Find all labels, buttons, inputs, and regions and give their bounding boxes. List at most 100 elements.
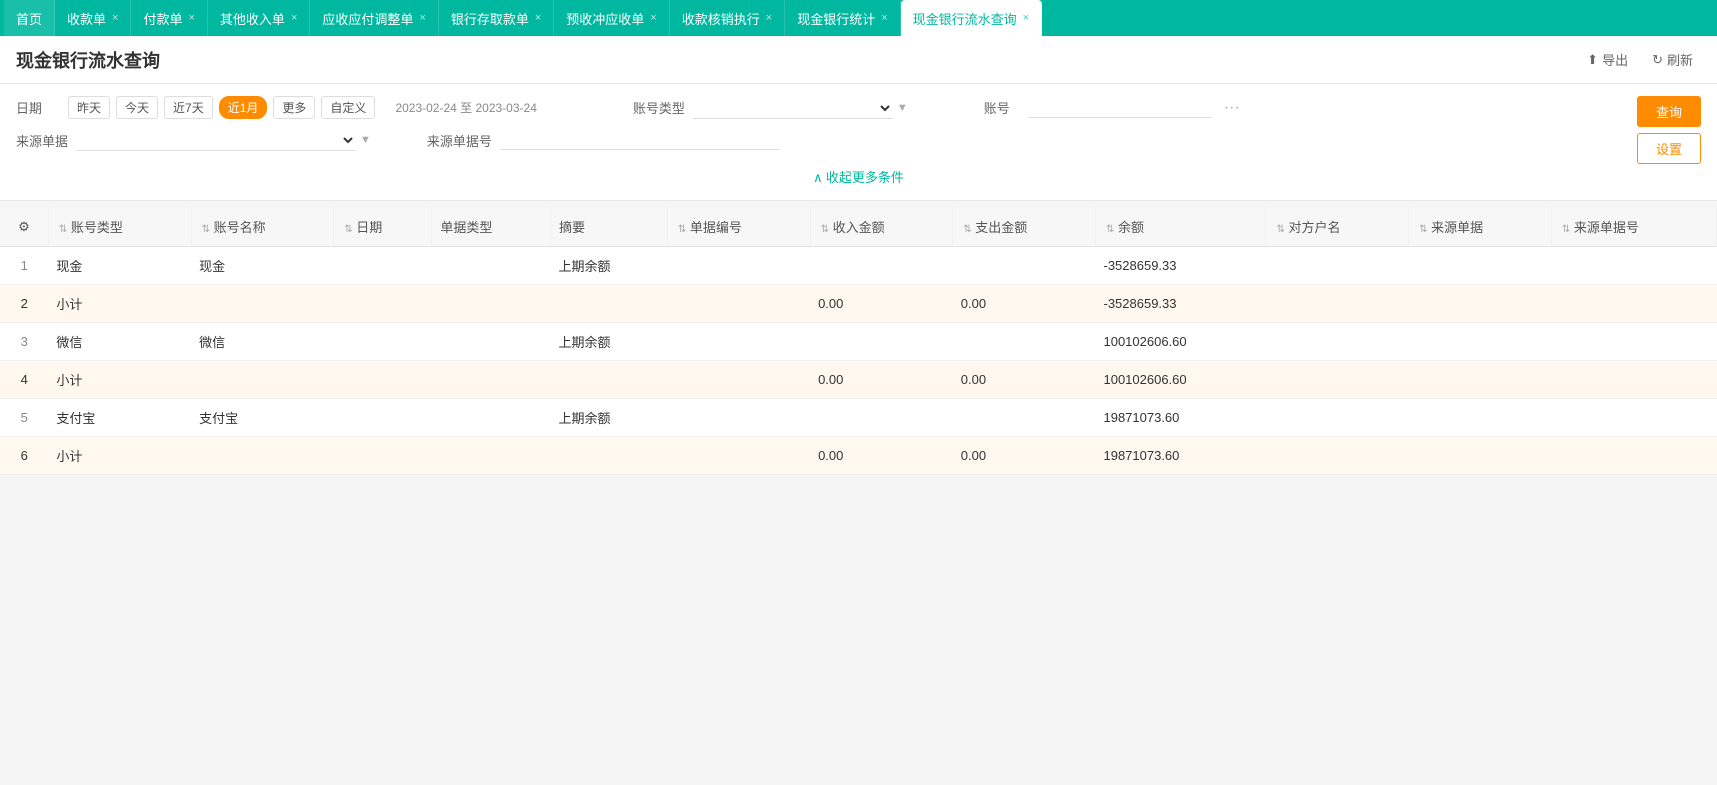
table-row: 1现金现金上期余额-3528659.33 [0, 247, 1717, 285]
th-expense[interactable]: ⇅ 支出金额 [953, 207, 1096, 247]
query-button[interactable]: 查询 [1637, 96, 1701, 127]
cell-source-doc [1409, 361, 1552, 399]
cell-source-doc [1409, 285, 1552, 323]
date-btn-today[interactable]: 今天 [116, 96, 158, 119]
cell-account-name [191, 437, 334, 475]
cell-source-doc [1409, 323, 1552, 361]
cell-income [810, 247, 953, 285]
nav-bank-deposit[interactable]: 银行存取款单 × [439, 0, 554, 36]
source-doc-select[interactable] [76, 129, 356, 151]
date-btn-yesterday[interactable]: 昨天 [68, 96, 110, 119]
cell-doc-no [667, 285, 810, 323]
account-input[interactable] [1028, 98, 1212, 118]
cell-source-doc-no [1551, 437, 1716, 475]
cell-income: 0.00 [810, 285, 953, 323]
date-label: 日期 [16, 98, 52, 117]
account-type-select[interactable] [693, 97, 893, 119]
nav-payments-close[interactable]: × [188, 12, 194, 24]
date-btn-7days[interactable]: 近7天 [164, 96, 213, 119]
account-type-chevron-icon: ▼ [897, 102, 908, 114]
table-row: 3微信微信上期余额100102606.60 [0, 323, 1717, 361]
export-icon: ⬆ [1587, 52, 1598, 68]
nav-home-label: 首页 [16, 9, 42, 28]
nav-prepay-label: 预收冲应收单 [566, 9, 644, 28]
nav-stats[interactable]: 现金银行统计 × [785, 0, 900, 36]
nav-collect[interactable]: 收款核销执行 × [670, 0, 785, 36]
nav-adjustment-label: 应收应付调整单 [322, 9, 413, 28]
date-btn-custom[interactable]: 自定义 [321, 96, 375, 119]
collapse-label: 收起更多条件 [826, 170, 904, 185]
th-gear[interactable]: ⚙ [0, 207, 48, 247]
cell-doc-no [667, 323, 810, 361]
date-btn-more[interactable]: 更多 [273, 96, 315, 119]
source-doc-no-group: 来源单据号 [427, 130, 780, 150]
cell-source-doc [1409, 437, 1552, 475]
settings-button[interactable]: 设置 [1637, 133, 1701, 164]
cell-source-doc-no [1551, 399, 1716, 437]
account-ellipsis-button[interactable]: ··· [1220, 99, 1244, 117]
cell-counterpart [1266, 399, 1409, 437]
cell-summary: 上期余额 [550, 323, 667, 361]
nav-adjustment[interactable]: 应收应付调整单 × [310, 0, 438, 36]
nav-other-income[interactable]: 其他收入单 × [208, 0, 310, 36]
nav-stats-label: 现金银行统计 [797, 9, 875, 28]
nav-home[interactable]: 首页 [4, 0, 55, 36]
cell-account-name: 现金 [191, 247, 334, 285]
nav-receipts[interactable]: 收款单 × [55, 0, 131, 36]
cell-doc-type [432, 285, 551, 323]
cell-num: 6 [0, 437, 48, 475]
th-account-name[interactable]: ⇅ 账号名称 [191, 207, 334, 247]
cell-expense [953, 247, 1096, 285]
cell-doc-type [432, 323, 551, 361]
nav-cashflow[interactable]: 现金银行流水查询 × [901, 0, 1042, 36]
cell-source-doc [1409, 247, 1552, 285]
th-doc-no[interactable]: ⇅ 单据编号 [667, 207, 810, 247]
export-button[interactable]: ⬆ 导出 [1579, 46, 1636, 73]
nav-bank-deposit-close[interactable]: × [535, 12, 541, 24]
cell-doc-no [667, 247, 810, 285]
source-doc-no-input[interactable] [500, 130, 780, 150]
th-balance[interactable]: ⇅ 余额 [1095, 207, 1265, 247]
refresh-button[interactable]: ↻ 刷新 [1644, 46, 1701, 73]
table-row: 5支付宝支付宝上期余额19871073.60 [0, 399, 1717, 437]
nav-prepay-close[interactable]: × [650, 12, 656, 24]
cell-income [810, 323, 953, 361]
nav-payments[interactable]: 付款单 × [131, 0, 207, 36]
cell-income [810, 399, 953, 437]
sort-icon-source-doc: ⇅ [1419, 224, 1427, 235]
cell-source-doc-no [1551, 361, 1716, 399]
nav-other-income-close[interactable]: × [291, 12, 297, 24]
th-source-doc-no[interactable]: ⇅ 来源单据号 [1551, 207, 1716, 247]
cell-doc-no [667, 361, 810, 399]
collapse-bar[interactable]: ∧ 收起更多条件 [16, 161, 1701, 188]
export-label: 导出 [1602, 50, 1628, 69]
nav-receipts-close[interactable]: × [112, 12, 118, 24]
cell-account-type: 微信 [48, 323, 191, 361]
th-date[interactable]: ⇅ 日期 [334, 207, 432, 247]
th-counterpart[interactable]: ⇅ 对方户名 [1266, 207, 1409, 247]
nav-adjustment-close[interactable]: × [419, 12, 425, 24]
filter-area: 日期 昨天 今天 近7天 近1月 更多 自定义 2023-02-24 至 202… [0, 84, 1717, 201]
table-header-row: ⚙ ⇅ 账号类型 ⇅ 账号名称 ⇅ 日期 单据类型 摘要 ⇅ 单据编号 ⇅ 收入… [0, 207, 1717, 247]
nav-collect-close[interactable]: × [766, 12, 772, 24]
nav-cashflow-close[interactable]: × [1023, 12, 1029, 24]
cell-date [334, 323, 432, 361]
sort-icon-account-type: ⇅ [59, 224, 67, 235]
sort-icon-counterpart: ⇅ [1276, 224, 1284, 235]
th-source-doc[interactable]: ⇅ 来源单据 [1409, 207, 1552, 247]
date-btn-1month[interactable]: 近1月 [219, 96, 268, 119]
collapse-icon: ∧ [813, 170, 823, 185]
cell-balance: -3528659.33 [1095, 285, 1265, 323]
cell-account-type: 小计 [48, 285, 191, 323]
cell-balance: 19871073.60 [1095, 437, 1265, 475]
th-summary: 摘要 [550, 207, 667, 247]
account-type-filter: 账号类型 ▼ [633, 97, 908, 119]
nav-cashflow-label: 现金银行流水查询 [913, 9, 1017, 28]
nav-stats-close[interactable]: × [881, 12, 887, 24]
cell-balance: 100102606.60 [1095, 361, 1265, 399]
nav-payments-label: 付款单 [143, 9, 182, 28]
cell-summary [550, 437, 667, 475]
nav-prepay[interactable]: 预收冲应收单 × [554, 0, 669, 36]
th-account-type[interactable]: ⇅ 账号类型 [48, 207, 191, 247]
th-income[interactable]: ⇅ 收入金额 [810, 207, 953, 247]
